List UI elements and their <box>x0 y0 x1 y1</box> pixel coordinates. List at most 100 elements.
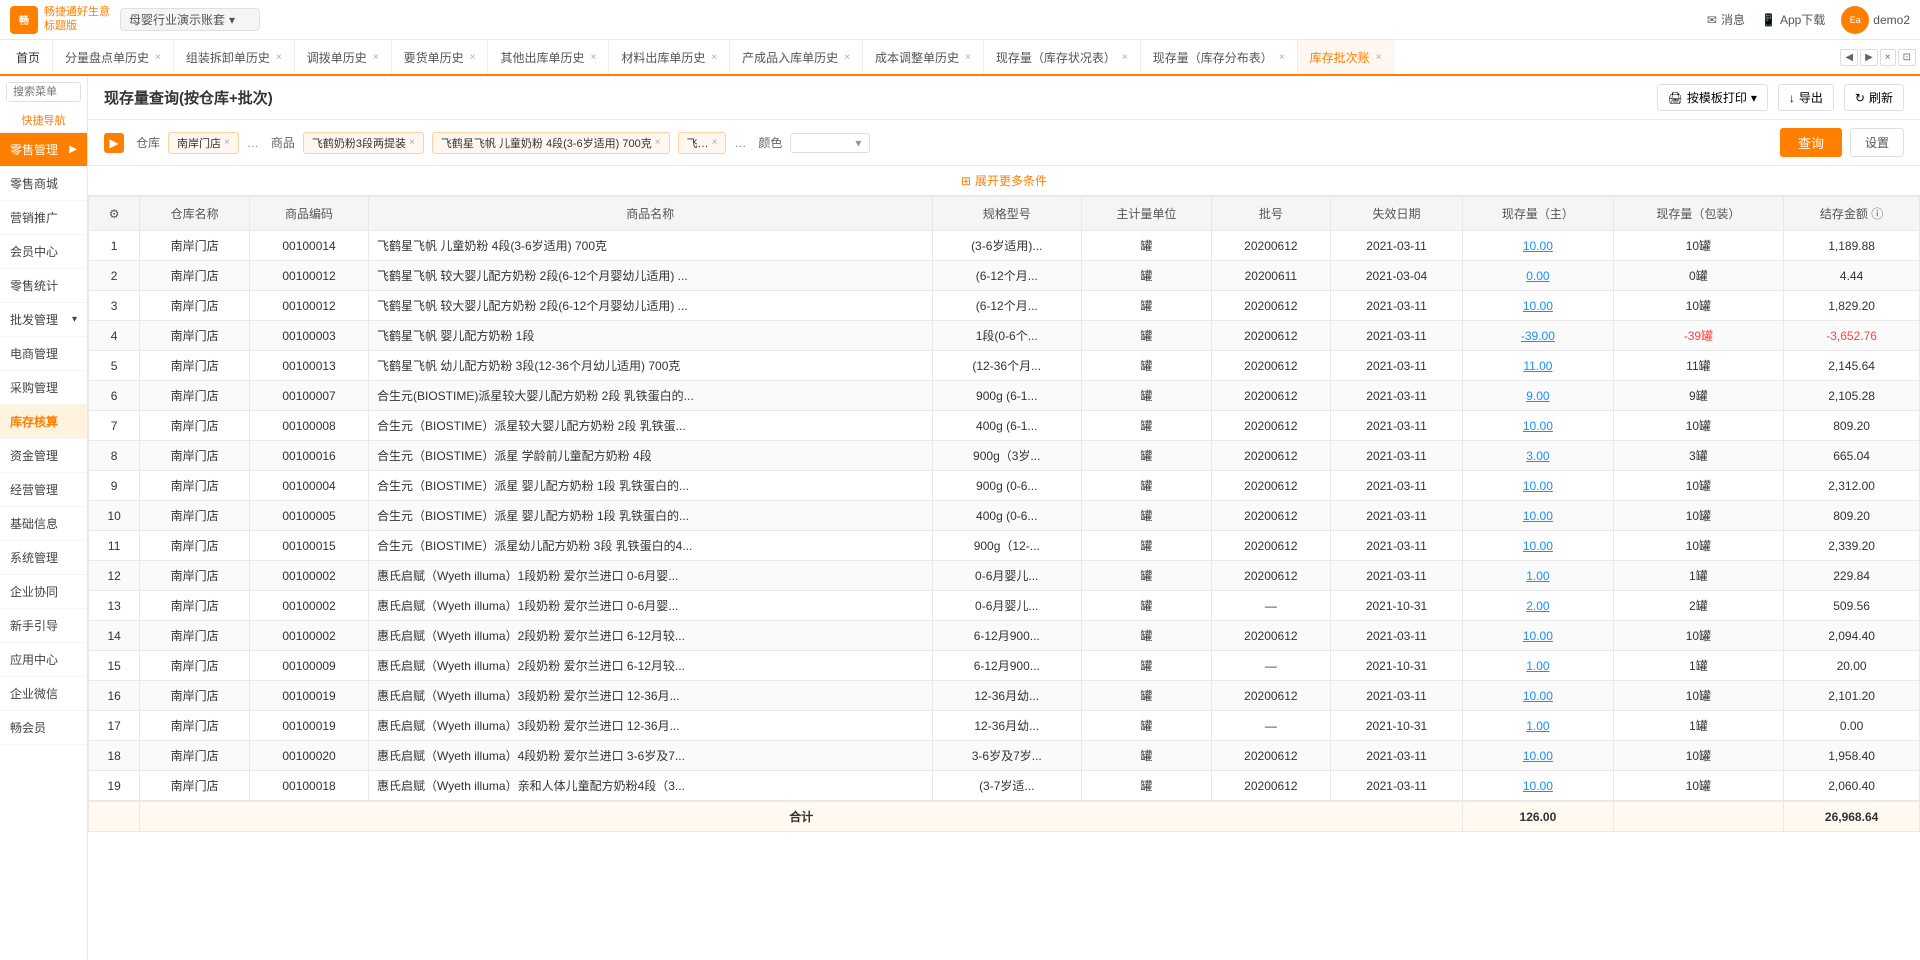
total-qty-main: 126.00 <box>1463 801 1613 832</box>
row-unit: 罐 <box>1081 501 1211 531</box>
nav-tab-4[interactable]: 要货单历史 × <box>392 40 489 75</box>
row-qty-main[interactable]: 1.00 <box>1463 561 1613 591</box>
product-tag-more[interactable]: 飞… × <box>678 132 727 154</box>
refresh-btn[interactable]: ↻ 刷新 <box>1844 84 1904 111</box>
nav-tab-3[interactable]: 调拨单历史 × <box>295 40 392 75</box>
row-qty-main[interactable]: 3.00 <box>1463 441 1613 471</box>
nav-expand-btn[interactable]: ⊡ <box>1898 49 1916 66</box>
product-more-close[interactable]: × <box>712 137 718 148</box>
sidebar-item-weixin[interactable]: 企业微信 <box>0 677 87 711</box>
row-qty-main[interactable]: 10.00 <box>1463 771 1613 802</box>
nav-tab-close-9[interactable]: × <box>1122 52 1128 63</box>
nav-next-btn[interactable]: ▶ <box>1860 49 1878 66</box>
row-qty-main[interactable]: 10.00 <box>1463 291 1613 321</box>
row-qty-main[interactable]: 0.00 <box>1463 261 1613 291</box>
nav-tab-7[interactable]: 产成品入库单历史 × <box>730 40 863 75</box>
nav-tab-close-11[interactable]: × <box>1376 52 1382 63</box>
sidebar-item-collab[interactable]: 企业协同 <box>0 575 87 609</box>
nav-tab-close-4[interactable]: × <box>470 52 476 63</box>
nav-tab-close-10[interactable]: × <box>1279 52 1285 63</box>
sidebar-item-ecommerce[interactable]: 电商管理 <box>0 337 87 371</box>
row-qty-main[interactable]: 9.00 <box>1463 381 1613 411</box>
row-expire: 2021-10-31 <box>1330 651 1462 681</box>
sidebar-item-system[interactable]: 系统管理 <box>0 541 87 575</box>
row-amount: 20.00 <box>1784 651 1920 681</box>
row-qty-main[interactable]: 10.00 <box>1463 501 1613 531</box>
sidebar-item-appstore[interactable]: 应用中心 <box>0 643 87 677</box>
warehouse-tag-close[interactable]: × <box>224 137 230 148</box>
row-code: 00100005 <box>250 501 369 531</box>
app-download-btn[interactable]: 📱 App下载 <box>1761 11 1825 28</box>
filter-expand-arrow[interactable]: ▶ <box>104 133 124 153</box>
row-qty-main[interactable]: 11.00 <box>1463 351 1613 381</box>
color-select[interactable]: ▾ <box>790 133 870 153</box>
row-qty-main[interactable]: 10.00 <box>1463 681 1613 711</box>
row-qty-main[interactable]: 1.00 <box>1463 711 1613 741</box>
nav-tab-home[interactable]: 首页 <box>4 40 53 75</box>
search-input[interactable] <box>6 82 81 102</box>
nav-tab-close-2[interactable]: × <box>276 52 282 63</box>
product-tag-1-close[interactable]: × <box>409 137 415 148</box>
nav-tab-1[interactable]: 分量盘点单历史 × <box>53 40 174 75</box>
nav-tab-8[interactable]: 成本调整单历史 × <box>863 40 984 75</box>
sidebar-quick-nav[interactable]: 快捷导航 <box>0 108 87 133</box>
row-qty-main[interactable]: 10.00 <box>1463 741 1613 771</box>
nav-tab-close-3[interactable]: × <box>373 52 379 63</box>
sidebar-item-basic-info[interactable]: 基础信息 <box>0 507 87 541</box>
nav-tab-6[interactable]: 材料出库单历史 × <box>609 40 730 75</box>
expand-conditions-btn[interactable]: ⊞ 展开更多条件 <box>955 170 1053 191</box>
nav-tab-10[interactable]: 现存量（库存分布表） × <box>1141 40 1298 75</box>
nav-tab-9[interactable]: 现存量（库存状况表） × <box>984 40 1141 75</box>
template-print-btn[interactable]: 🖨 按模板打印 ▾ <box>1657 84 1768 111</box>
row-qty-main[interactable]: 10.00 <box>1463 621 1613 651</box>
nav-tab-11[interactable]: 库存批次账 × <box>1298 40 1395 76</box>
row-qty-main[interactable]: 10.00 <box>1463 531 1613 561</box>
row-qty-main[interactable]: 10.00 <box>1463 411 1613 441</box>
nav-tab-close-6[interactable]: × <box>711 52 717 63</box>
row-qty-main[interactable]: 10.00 <box>1463 471 1613 501</box>
sidebar-item-retail-stats[interactable]: 零售统计 <box>0 269 87 303</box>
sidebar-item-purchase[interactable]: 采购管理 <box>0 371 87 405</box>
row-qty-main[interactable]: 10.00 <box>1463 231 1613 261</box>
row-qty-pkg: 10罐 <box>1613 291 1784 321</box>
org-select[interactable]: 母婴行业演示账套 ▾ <box>120 8 260 31</box>
row-expire: 2021-03-11 <box>1330 741 1462 771</box>
sidebar-item-guide[interactable]: 新手引导 <box>0 609 87 643</box>
row-qty-pkg: -39罐 <box>1613 321 1784 351</box>
product-more-dots[interactable]: … <box>734 136 746 150</box>
warehouse-more[interactable]: … <box>247 136 259 150</box>
sidebar-item-member[interactable]: 会员中心 <box>0 235 87 269</box>
message-btn[interactable]: ✉ 消息 <box>1707 11 1745 28</box>
sidebar-item-wholesale[interactable]: 批发管理 ▾ <box>0 303 87 337</box>
row-qty-main[interactable]: -39.00 <box>1463 321 1613 351</box>
nav-tab-close-1[interactable]: × <box>155 52 161 63</box>
settings-btn[interactable]: 设置 <box>1850 128 1904 157</box>
product-tag-1[interactable]: 飞鹤奶粉3段两提装 × <box>303 132 424 154</box>
product-tag-2-close[interactable]: × <box>655 137 661 148</box>
product-tag-2[interactable]: 飞鹤星飞帆 儿童奶粉 4段(3-6岁适用) 700克 × <box>432 132 670 154</box>
nav-tab-close-5[interactable]: × <box>590 52 596 63</box>
export-btn[interactable]: ↓ 导出 <box>1778 84 1834 111</box>
nav-close-btn[interactable]: × <box>1880 49 1896 66</box>
warehouse-tag[interactable]: 南岸门店 × <box>168 132 239 154</box>
nav-tab-close-7[interactable]: × <box>844 52 850 63</box>
row-spec: 6-12月900... <box>932 651 1081 681</box>
nav-tab-2[interactable]: 组装拆卸单历史 × <box>174 40 295 75</box>
row-qty-main[interactable]: 1.00 <box>1463 651 1613 681</box>
nav-tab-5[interactable]: 其他出库单历史 × <box>488 40 609 75</box>
sidebar-item-retail-mall[interactable]: 零售商城 <box>0 167 87 201</box>
col-settings[interactable]: ⚙ <box>89 197 140 231</box>
row-no: 18 <box>89 741 140 771</box>
row-qty-main[interactable]: 2.00 <box>1463 591 1613 621</box>
sidebar-item-operation[interactable]: 经营管理 <box>0 473 87 507</box>
sidebar-item-finance[interactable]: 资金管理 <box>0 439 87 473</box>
sidebar-item-inventory[interactable]: 库存核算 <box>0 405 87 439</box>
sidebar-item-retail-mgmt[interactable]: 零售管理 ▶ <box>0 133 87 167</box>
sidebar-item-marketing[interactable]: 营销推广 <box>0 201 87 235</box>
sidebar-item-member2[interactable]: 畅会员 <box>0 711 87 745</box>
table-row: 5 南岸门店 00100013 飞鹤星飞帆 幼儿配方奶粉 3段(12-36个月幼… <box>89 351 1920 381</box>
nav-tab-close-8[interactable]: × <box>965 52 971 63</box>
user-btn[interactable]: Ea demo2 <box>1841 6 1910 34</box>
query-btn[interactable]: 查询 <box>1780 128 1842 157</box>
nav-prev-btn[interactable]: ◀ <box>1840 49 1858 66</box>
